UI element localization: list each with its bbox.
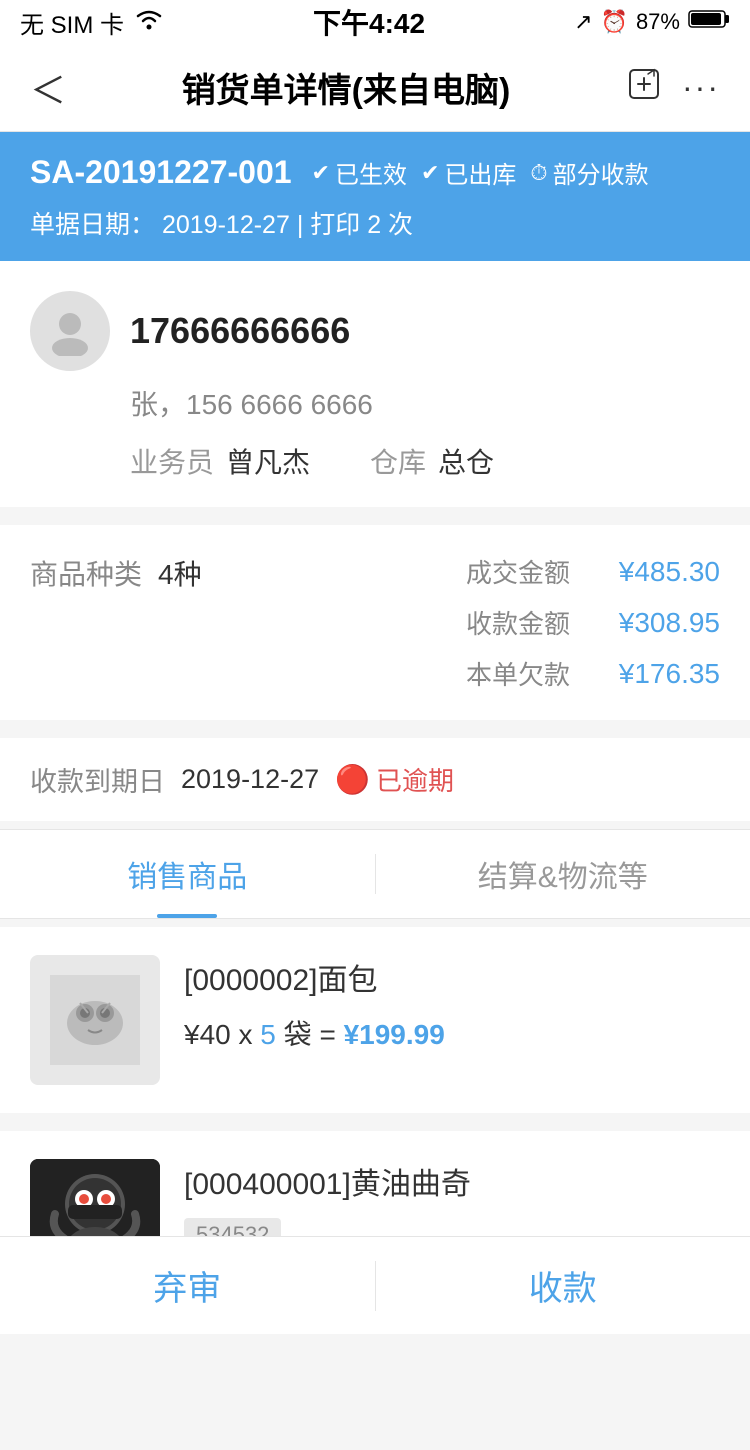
check-icon-1: ✔ <box>312 160 330 186</box>
product-code-2: [000400001] <box>184 1168 351 1201</box>
agent-value: 曾凡杰 <box>226 441 310 481</box>
confirm-button[interactable]: 收款 <box>376 1237 750 1334</box>
product-name-2: [000400001]黄油曲奇 <box>184 1159 720 1203</box>
order-date-row: 单据日期： 2019-12-27 | 打印 2 次 <box>30 205 720 241</box>
tab-settlement[interactable]: 结算&物流等 <box>376 830 750 918</box>
bottom-bar: 弃审 收款 <box>0 1236 750 1334</box>
debt-value: ¥176.35 <box>590 658 720 690</box>
debt-label: 本单欠款 <box>466 655 570 692</box>
product-title-2: 黄油曲奇 <box>351 1168 471 1201</box>
cancel-button[interactable]: 弃审 <box>0 1237 375 1334</box>
stats-right: 成交金额 ¥485.30 收款金额 ¥308.95 本单欠款 ¥176.35 <box>466 553 720 692</box>
debt-row: 本单欠款 ¥176.35 <box>466 655 720 692</box>
overdue-icon: 🔴 <box>335 763 370 796</box>
product-item: [0000002]面包 ¥40 x 5 袋 = ¥199.99 <box>0 927 750 1113</box>
status-bar-time: 下午4:42 <box>313 2 425 42</box>
wifi-icon <box>134 8 164 37</box>
status-activated: ✔ 已生效 <box>312 155 407 190</box>
location-icon: ↗ <box>574 9 592 35</box>
avatar <box>30 291 110 371</box>
customer-section: 17666666666 张，156 6666 6666 业务员 曾凡杰 仓库 总… <box>0 261 750 507</box>
clock-icon: ⏱ <box>530 160 547 186</box>
stats-section: 商品种类 4种 成交金额 ¥485.30 收款金额 ¥308.95 本单欠款 ¥… <box>0 525 750 720</box>
customer-meta: 业务员 曾凡杰 仓库 总仓 <box>130 441 720 481</box>
product-title-1: 面包 <box>317 964 377 997</box>
status-partial-label: 部分收款 <box>553 155 649 190</box>
tab-row: 销售商品 结算&物流等 <box>0 830 750 918</box>
battery-text: 87% <box>636 9 680 35</box>
product-qty-1: 5 <box>260 1019 276 1050</box>
received-label: 收款金额 <box>466 604 570 641</box>
tab-settlement-label: 结算&物流等 <box>478 852 648 896</box>
due-label: 收款到期日 <box>30 760 165 799</box>
agent-label: 业务员 <box>130 441 214 481</box>
battery-icon <box>688 8 730 36</box>
overdue-badge: 🔴 已逾期 <box>335 761 454 798</box>
overdue-text: 已逾期 <box>376 761 454 798</box>
nav-bar: ＜ 销货单详情(来自电脑) ··· <box>0 44 750 132</box>
product-type-row: 商品种类 4种 <box>30 553 202 593</box>
status-partial-payment: ⏱ 部分收款 <box>530 155 648 190</box>
sim-status: 无 SIM 卡 <box>20 5 124 40</box>
product-type-label: 商品种类 <box>30 553 142 593</box>
share-icon[interactable] <box>626 66 662 110</box>
amount-row: 成交金额 ¥485.30 <box>466 553 720 590</box>
product-thumb-1 <box>30 955 160 1085</box>
customer-phone: 张，156 6666 6666 <box>130 383 720 423</box>
status-bar-right: ↗ ⏰ 87% <box>574 8 730 36</box>
customer-row: 17666666666 <box>30 291 720 371</box>
amount-label: 成交金额 <box>466 553 570 590</box>
amount-value: ¥485.30 <box>590 556 720 588</box>
status-shipped-label: 已出库 <box>444 155 516 190</box>
tab-sales-products[interactable]: 销售商品 <box>0 830 375 918</box>
status-tags: ✔ 已生效 ✔ 已出库 ⏱ 部分收款 <box>312 155 649 190</box>
cancel-label: 弃审 <box>153 1261 221 1310</box>
product-price-1: ¥40 x 5 袋 = ¥199.99 <box>184 1013 720 1053</box>
back-button[interactable]: ＜ <box>30 62 66 114</box>
page-title: 销货单详情(来自电脑) <box>182 63 511 112</box>
stats-left: 商品种类 4种 <box>30 553 202 593</box>
product-total-1: ¥199.99 <box>344 1019 445 1050</box>
check-icon-2: ✔ <box>421 160 439 186</box>
tab-section: 销售商品 结算&物流等 <box>0 829 750 919</box>
customer-name: 17666666666 <box>130 310 350 352</box>
product-info-1: [0000002]面包 ¥40 x 5 袋 = ¥199.99 <box>184 955 720 1053</box>
date-label: 单据日期： <box>30 211 155 239</box>
more-icon[interactable]: ··· <box>682 69 720 106</box>
order-header-row1: SA-20191227-001 ✔ 已生效 ✔ 已出库 ⏱ 部分收款 <box>30 154 720 191</box>
nav-right-actions: ··· <box>626 66 720 110</box>
status-shipped: ✔ 已出库 <box>421 155 516 190</box>
tab-sales-label: 销售商品 <box>127 852 247 896</box>
status-bar-left: 无 SIM 卡 <box>20 5 164 40</box>
order-id: SA-20191227-001 <box>30 154 292 191</box>
warehouse-value: 总仓 <box>438 441 494 481</box>
order-header: SA-20191227-001 ✔ 已生效 ✔ 已出库 ⏱ 部分收款 单据日期：… <box>0 132 750 261</box>
date-value: 2019-12-27 <box>162 211 290 239</box>
received-value: ¥308.95 <box>590 607 720 639</box>
status-bar: 无 SIM 卡 下午4:42 ↗ ⏰ 87% <box>0 0 750 44</box>
due-date-section: 收款到期日 2019-12-27 🔴 已逾期 <box>0 738 750 821</box>
product-code-1: [0000002] <box>184 964 317 997</box>
warehouse-label: 仓库 <box>370 441 426 481</box>
alarm-icon: ⏰ <box>601 9 628 35</box>
product-name-1: [0000002]面包 <box>184 955 720 999</box>
received-row: 收款金额 ¥308.95 <box>466 604 720 641</box>
print-info: | 打印 2 次 <box>297 211 413 239</box>
status-activated-label: 已生效 <box>335 155 407 190</box>
confirm-label: 收款 <box>529 1261 597 1310</box>
product-type-value: 4种 <box>158 553 202 593</box>
due-date-value: 2019-12-27 <box>181 764 319 795</box>
